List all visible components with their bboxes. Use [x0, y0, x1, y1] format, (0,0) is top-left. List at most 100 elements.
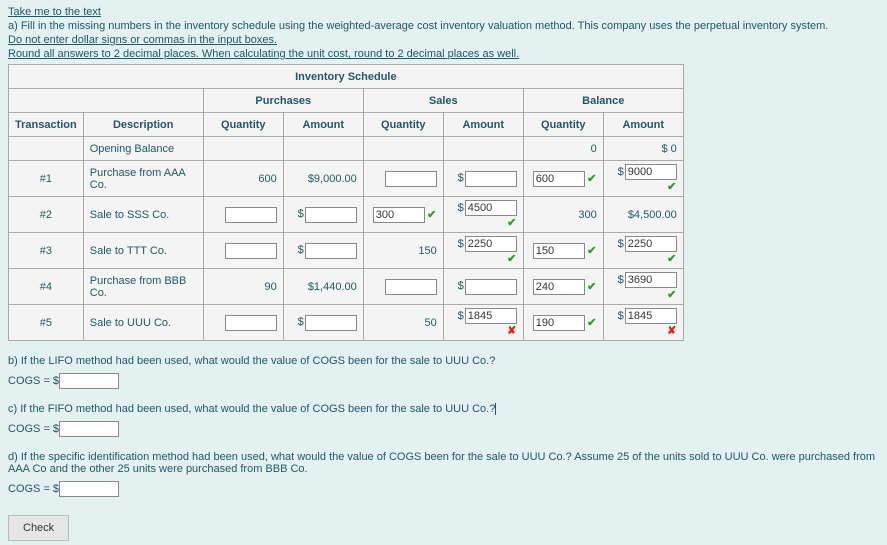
table-row: #2Sale to SSS Co.$✔$✔300$4,500.00 — [9, 197, 684, 233]
check-button[interactable]: Check — [8, 515, 69, 541]
col-s-amt: Amount — [443, 113, 523, 137]
dollar-label: $ — [618, 310, 624, 322]
purchase-qty-input[interactable] — [225, 207, 277, 223]
table-cell: $✔ — [443, 233, 523, 269]
table-cell — [363, 269, 443, 305]
sale-amt-input[interactable] — [465, 171, 517, 187]
table-cell: 0 — [523, 137, 603, 161]
col-transaction: Transaction — [9, 113, 84, 137]
part-a-text: a) Fill in the missing numbers in the in… — [8, 20, 879, 32]
desc-cell: Purchase from AAA Co. — [83, 161, 203, 197]
checkmark-icon: ✔ — [587, 244, 597, 257]
table-cell — [203, 233, 283, 269]
dollar-label: $ — [298, 316, 304, 328]
desc-cell: Purchase from BBB Co. — [83, 269, 203, 305]
table-cell — [203, 137, 283, 161]
sale-qty-input[interactable] — [373, 207, 425, 223]
table-cell: 300 — [523, 197, 603, 233]
col-b-qty: Quantity — [523, 113, 603, 137]
table-row: #1Purchase from AAA Co.600$9,000.00$✔$✔ — [9, 161, 684, 197]
balance-qty-input[interactable] — [533, 279, 585, 295]
table-cell — [203, 197, 283, 233]
sale-amt-input[interactable] — [465, 200, 517, 216]
txn-cell: #4 — [9, 269, 84, 305]
take-me-to-text-link[interactable]: Take me to the text — [8, 6, 101, 18]
table-cell — [363, 137, 443, 161]
sale-amt-input[interactable] — [465, 279, 517, 295]
table-cell: $✘ — [603, 305, 683, 341]
col-b-amt: Amount — [603, 113, 683, 137]
col-p-qty: Quantity — [203, 113, 283, 137]
sale-qty-input[interactable] — [385, 279, 437, 295]
table-cell: $✘ — [443, 305, 523, 341]
table-row: #5Sale to UUU Co.$50$✘✔$✘ — [9, 305, 684, 341]
table-cell: 150 — [363, 233, 443, 269]
txn-cell: #5 — [9, 305, 84, 341]
table-cell: $ 0 — [603, 137, 683, 161]
table-cell: $9,000.00 — [283, 161, 363, 197]
dollar-label: $ — [458, 280, 464, 292]
table-cell: ✔ — [523, 305, 603, 341]
note-round: Round all answers to 2 decimal places. W… — [8, 48, 519, 60]
balance-qty-input[interactable] — [533, 243, 585, 259]
x-icon: ✘ — [667, 324, 677, 337]
purchase-qty-input[interactable] — [225, 243, 277, 259]
note-no-dollar: Do not enter dollar signs or commas in t… — [8, 34, 277, 46]
balance-qty-input[interactable] — [533, 171, 585, 187]
table-cell: $ — [443, 161, 523, 197]
table-cell: 600 — [203, 161, 283, 197]
purchase-amt-input[interactable] — [305, 243, 357, 259]
sale-qty-input[interactable] — [385, 171, 437, 187]
table-cell — [203, 305, 283, 341]
txn-cell: #1 — [9, 161, 84, 197]
table-cell: $1,440.00 — [283, 269, 363, 305]
x-icon: ✘ — [507, 324, 517, 337]
dollar-label: $ — [618, 274, 624, 286]
cogs-c-label: COGS = $ — [8, 423, 59, 435]
purchase-amt-input[interactable] — [305, 315, 357, 331]
table-cell: 90 — [203, 269, 283, 305]
group-purchases: Purchases — [203, 89, 363, 113]
desc-cell: Sale to TTT Co. — [83, 233, 203, 269]
txn-cell: #3 — [9, 233, 84, 269]
cogs-d-input[interactable] — [59, 481, 119, 497]
desc-cell: Opening Balance — [83, 137, 203, 161]
table-row: #4Purchase from BBB Co.90$1,440.00$✔$✔ — [9, 269, 684, 305]
table-cell: ✔ — [523, 161, 603, 197]
balance-qty-input[interactable] — [533, 315, 585, 331]
table-cell: $✔ — [443, 197, 523, 233]
cogs-d-label: COGS = $ — [8, 483, 59, 495]
desc-cell: Sale to SSS Co. — [83, 197, 203, 233]
inventory-schedule-table: Inventory Schedule Purchases Sales Balan… — [8, 64, 684, 341]
cogs-b-input[interactable] — [59, 373, 119, 389]
dollar-label: $ — [458, 172, 464, 184]
balance-amt-input[interactable] — [625, 164, 677, 180]
dollar-label: $ — [458, 238, 464, 250]
sale-amt-input[interactable] — [465, 236, 517, 252]
balance-amt-input[interactable] — [625, 308, 677, 324]
table-cell — [443, 137, 523, 161]
sale-amt-input[interactable] — [465, 308, 517, 324]
table-row: #3Sale to TTT Co.$150$✔✔$✔ — [9, 233, 684, 269]
balance-amt-input[interactable] — [625, 236, 677, 252]
desc-cell: Sale to UUU Co. — [83, 305, 203, 341]
purchase-amt-input[interactable] — [305, 207, 357, 223]
table-row: Opening Balance 0$ 0 — [9, 137, 684, 161]
table-cell: $ — [283, 305, 363, 341]
purchase-qty-input[interactable] — [225, 315, 277, 331]
checkmark-icon: ✔ — [507, 252, 517, 265]
table-cell: $4,500.00 — [603, 197, 683, 233]
checkmark-icon: ✔ — [507, 216, 517, 229]
checkmark-icon: ✔ — [587, 280, 597, 293]
table-cell: ✔ — [523, 269, 603, 305]
table-cell: $ — [283, 197, 363, 233]
table-cell: $✔ — [603, 233, 683, 269]
table-cell: ✔ — [363, 197, 443, 233]
table-title: Inventory Schedule — [9, 65, 684, 89]
table-cell: $✔ — [603, 161, 683, 197]
table-cell: $✔ — [603, 269, 683, 305]
cogs-c-input[interactable] — [59, 421, 119, 437]
balance-amt-input[interactable] — [625, 272, 677, 288]
part-c-text: c) If the FIFO method had been used, wha… — [8, 403, 879, 415]
table-cell: 50 — [363, 305, 443, 341]
